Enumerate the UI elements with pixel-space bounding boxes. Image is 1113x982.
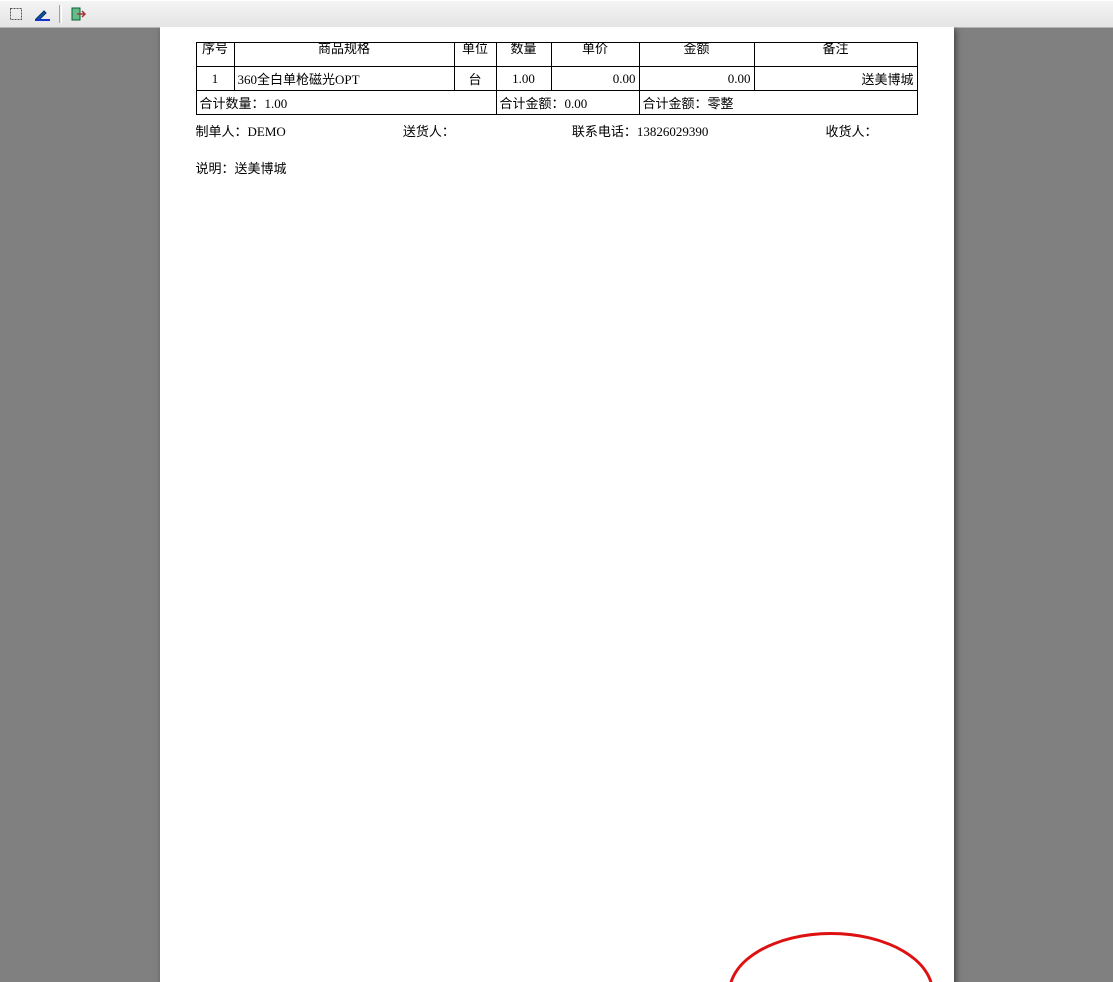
highlight-ellipse-annotation [728,932,934,982]
phone-field: 联系电话：13826029390 [572,121,709,140]
receiver-field: 收货人： [825,121,877,140]
preview-page: 序号 商品规格 单位 数量 单价 金额 备注 1 360全白单枪磁光OPT 台 … [160,27,954,982]
print-preview-viewer[interactable]: 序号 商品规格 单位 数量 单价 金额 备注 1 360全白单枪磁光OPT 台 … [0,27,1113,982]
total-amount-cn-value: 零整 [708,96,734,111]
total-amount-cell: 合计金额：0.00 [496,91,639,115]
cell-price: 0.00 [551,67,639,91]
table-header-row: 序号 商品规格 单位 数量 单价 金额 备注 [196,43,917,67]
toolbar [0,0,1113,28]
note-row: 说明：送美博城 [196,158,918,177]
cell-qty: 1.00 [496,67,551,91]
cell-seq: 1 [196,67,234,91]
total-amount-value: 0.00 [565,96,588,111]
col-name: 商品规格 [234,43,454,67]
total-qty-cell: 合计数量：1.00 [196,91,496,115]
total-amount-cn-label: 合计金额： [643,96,708,111]
note-value: 送美博城 [235,161,287,176]
maker-field: 制单人：DEMO [196,121,286,140]
table-row: 1 360全白单枪磁光OPT 台 1.00 0.00 0.00 送美博城 [196,67,917,91]
pen-icon [34,7,50,21]
exit-icon [71,7,87,21]
cell-remark: 送美博城 [754,67,917,91]
cell-unit: 台 [454,67,496,91]
phone-value: 13826029390 [637,124,709,139]
col-price: 单价 [551,43,639,67]
pen-tool-button[interactable] [30,3,54,25]
info-row: 制单人：DEMO 送货人： 联系电话：13826029390 收货人： [196,121,918,140]
dashed-rect-icon [9,7,23,21]
col-qty: 数量 [496,43,551,67]
total-qty-value: 1.00 [265,96,288,111]
col-remark: 备注 [754,43,917,67]
maker-value: DEMO [248,124,286,139]
cell-amount: 0.00 [639,67,754,91]
col-seq: 序号 [196,43,234,67]
toolbar-separator [59,5,62,23]
receiver-label: 收货人： [825,124,877,139]
col-amount: 金额 [639,43,754,67]
total-amount-cn-cell: 合计金额：零整 [639,91,917,115]
exit-tool-button[interactable] [67,3,91,25]
phone-label: 联系电话： [572,124,637,139]
total-qty-label: 合计数量： [200,96,265,111]
sender-label: 送货人： [403,124,455,139]
totals-row: 合计数量：1.00 合计金额：0.00 合计金额：零整 [196,91,917,115]
items-table: 序号 商品规格 单位 数量 单价 金额 备注 1 360全白单枪磁光OPT 台 … [196,42,918,115]
cell-name: 360全白单枪磁光OPT [234,67,454,91]
col-unit: 单位 [454,43,496,67]
report-content: 序号 商品规格 单位 数量 单价 金额 备注 1 360全白单枪磁光OPT 台 … [196,42,918,177]
note-label: 说明： [196,161,235,176]
total-amount-label: 合计金额： [500,96,565,111]
select-tool-button[interactable] [4,3,28,25]
sender-field: 送货人： [403,121,455,140]
maker-label: 制单人： [196,124,248,139]
